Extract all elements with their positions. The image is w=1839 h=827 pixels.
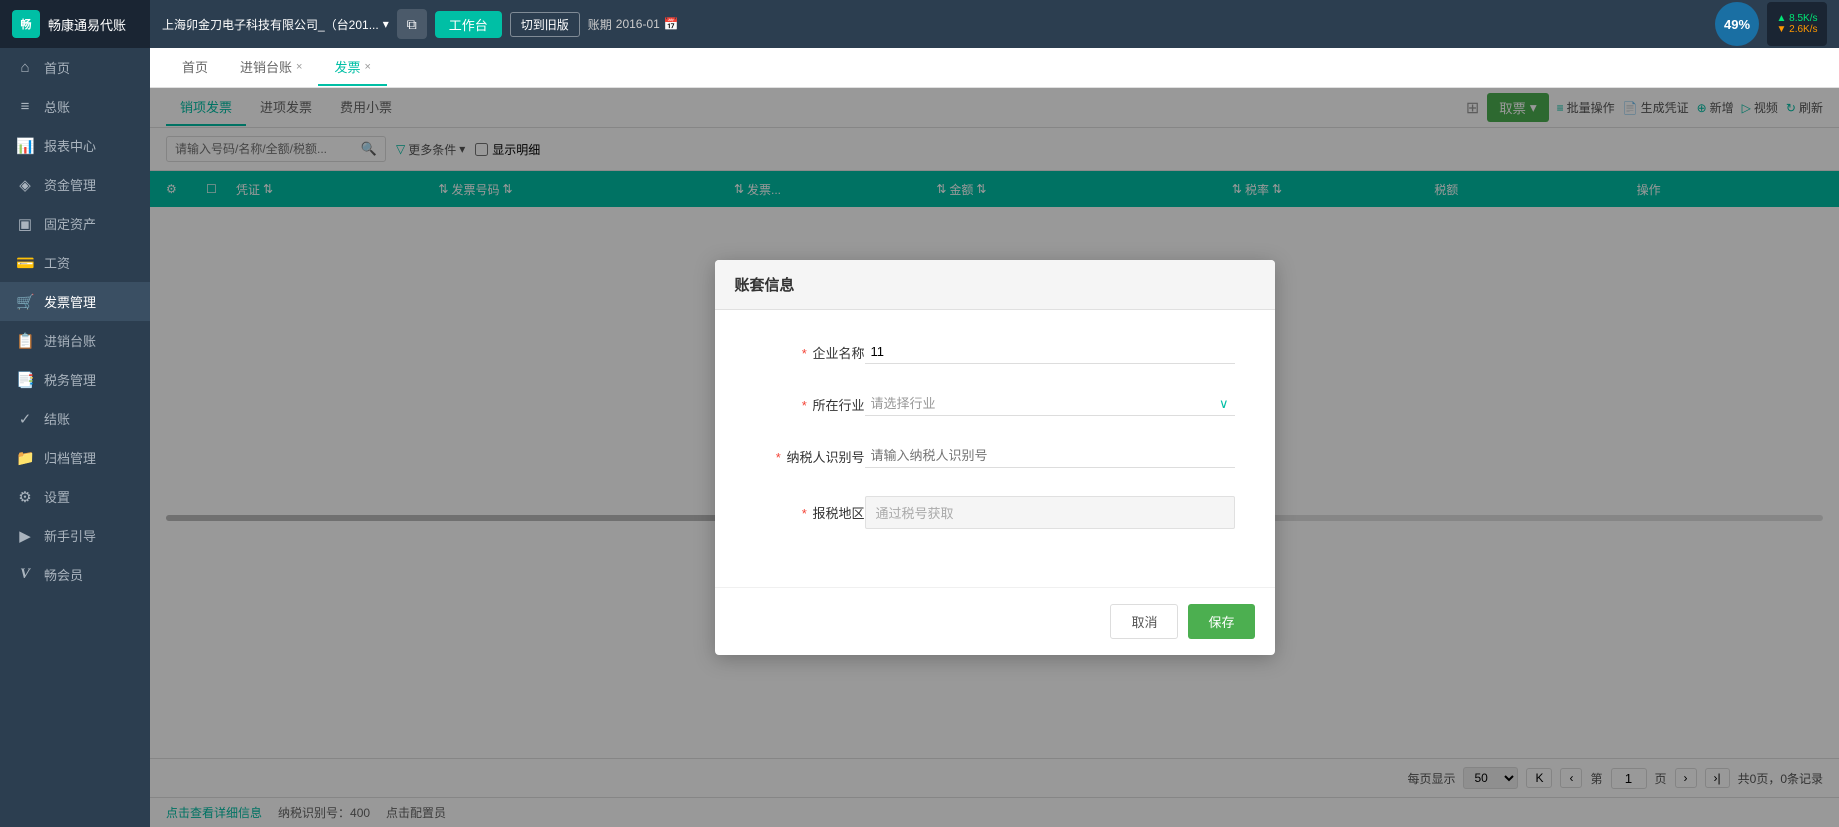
tax-region-display: 通过税号获取: [865, 496, 1235, 529]
calendar-icon[interactable]: 📅: [664, 17, 679, 31]
sidebar-item-guide[interactable]: ▶ 新手引导: [0, 516, 150, 555]
modal-overlay: 账套信息 * 企业名称 * 所在行: [150, 88, 1839, 827]
period-value: 2016-01: [616, 17, 660, 31]
tax-id-row: * 纳税人识别号: [755, 444, 1235, 468]
sidebar-item-settings[interactable]: ⚙ 设置: [0, 477, 150, 516]
industry-row: * 所在行业 请选择行业 ∨: [755, 392, 1235, 416]
sidebar-item-reports[interactable]: 📊 报表中心: [0, 126, 150, 165]
sidebar-item-archive[interactable]: 📁 归档管理: [0, 438, 150, 477]
main-content: 上海卯金刀电子科技有限公司_（台201... ▾ ⧉ 工作台 切到旧版 账期 2…: [150, 0, 1839, 827]
funds-icon: ◈: [16, 176, 34, 194]
industry-select-wrap: 请选择行业 ∨: [865, 392, 1235, 416]
company-dropdown-icon: ▾: [383, 17, 389, 31]
purchase-icon: 📋: [16, 332, 34, 350]
tab-invoice-close[interactable]: ×: [364, 61, 370, 73]
company-name: 上海卯金刀电子科技有限公司_（台201...: [162, 16, 379, 33]
sidebar-item-funds[interactable]: ◈ 资金管理: [0, 165, 150, 204]
workspace-button[interactable]: 工作台: [435, 11, 502, 38]
sidebar-item-assets[interactable]: ▣ 固定资产: [0, 204, 150, 243]
account-info-modal: 账套信息 * 企业名称 * 所在行: [715, 260, 1275, 655]
workspace-label: 工作台: [449, 18, 488, 33]
sidebar-item-label: 工资: [44, 253, 70, 272]
tab-purchase[interactable]: 进销台账 ×: [224, 49, 318, 86]
settings-icon: ⚙: [16, 488, 34, 506]
tab-bar: 首页 进销台账 × 发票 ×: [150, 48, 1839, 88]
logo-text: 畅康通易代账: [48, 15, 126, 34]
industry-select[interactable]: 请选择行业: [865, 392, 1235, 415]
topbar: 上海卯金刀电子科技有限公司_（台201... ▾ ⧉ 工作台 切到旧版 账期 2…: [150, 0, 1839, 48]
old-version-label: 切到旧版: [521, 18, 569, 32]
sidebar-item-label: 税务管理: [44, 370, 96, 389]
sidebar-item-label: 结账: [44, 409, 70, 428]
company-name-input[interactable]: [865, 340, 1235, 364]
cancel-button[interactable]: 取消: [1110, 604, 1178, 639]
tax-region-label: * 报税地区: [755, 503, 865, 522]
industry-label: * 所在行业: [755, 395, 865, 414]
sidebar-item-label: 设置: [44, 487, 70, 506]
sidebar-item-settle[interactable]: ✓ 结账: [0, 399, 150, 438]
tab-home-label: 首页: [182, 57, 208, 76]
assets-icon: ▣: [16, 215, 34, 233]
sidebar-item-label: 进销台账: [44, 331, 96, 350]
content-area: 销项发票 进项发票 费用小票 ⊞ 取票 ▾ ≡ 批量操作 📄: [150, 88, 1839, 827]
company-name-row: * 企业名称: [755, 340, 1235, 364]
tax-id-label: * 纳税人识别号: [755, 447, 865, 466]
tab-purchase-label: 进销台账: [240, 57, 292, 76]
company-selector[interactable]: 上海卯金刀电子科技有限公司_（台201... ▾: [162, 16, 389, 33]
tab-purchase-close[interactable]: ×: [296, 61, 302, 73]
sidebar-item-member[interactable]: V 畅会员: [0, 555, 150, 594]
member-icon: V: [16, 566, 34, 583]
home-icon: ⌂: [16, 59, 34, 76]
speed-indicator: ▲ 8.5K/s ▼ 2.6K/s: [1767, 2, 1827, 46]
sidebar-item-purchase[interactable]: 📋 进销台账: [0, 321, 150, 360]
sidebar-item-tax[interactable]: 📑 税务管理: [0, 360, 150, 399]
old-version-button[interactable]: 切到旧版: [510, 12, 580, 37]
archive-icon: 📁: [16, 449, 34, 467]
reports-icon: 📊: [16, 137, 34, 155]
usage-percent: 49%: [1715, 2, 1759, 46]
sidebar-item-label: 畅会员: [44, 565, 83, 584]
sidebar-item-label: 报表中心: [44, 136, 96, 155]
tax-region-row: * 报税地区 通过税号获取: [755, 496, 1235, 529]
speed-down: ▼ 2.6K/s: [1776, 24, 1817, 35]
copy-icon-button[interactable]: ⧉: [397, 9, 427, 39]
sidebar-item-label: 首页: [44, 58, 70, 77]
sidebar-item-invoice[interactable]: 🛒 发票管理: [0, 282, 150, 321]
sidebar-item-home[interactable]: ⌂ 首页: [0, 48, 150, 87]
logo-icon: 畅: [12, 10, 40, 38]
invoice-icon: 🛒: [16, 293, 34, 311]
modal-header: 账套信息: [715, 260, 1275, 310]
period-label: 账期: [588, 16, 612, 33]
sidebar-item-label: 总账: [44, 97, 70, 116]
save-button[interactable]: 保存: [1188, 604, 1254, 639]
topbar-right: 49% ▲ 8.5K/s ▼ 2.6K/s: [1715, 2, 1827, 46]
modal-footer: 取消 保存: [715, 587, 1275, 655]
modal-title: 账套信息: [735, 277, 795, 294]
percent-value: 49%: [1724, 17, 1750, 32]
period-display: 账期 2016-01 📅: [588, 16, 679, 33]
sidebar-item-salary[interactable]: 💳 工资: [0, 243, 150, 282]
sidebar: 畅 畅康通易代账 ⌂ 首页 ≡ 总账 📊 报表中心 ◈ 资金管理 ▣ 固定资产 …: [0, 0, 150, 827]
modal-body: * 企业名称 * 所在行业 请选择行业: [715, 310, 1275, 587]
sidebar-logo: 畅 畅康通易代账: [0, 0, 150, 48]
tab-invoice[interactable]: 发票 ×: [318, 49, 386, 86]
sidebar-item-label: 固定资产: [44, 214, 96, 233]
tax-id-input[interactable]: [865, 444, 1235, 468]
salary-icon: 💳: [16, 254, 34, 272]
guide-icon: ▶: [16, 527, 34, 545]
sidebar-item-label: 资金管理: [44, 175, 96, 194]
tax-icon: 📑: [16, 371, 34, 389]
sidebar-item-label: 归档管理: [44, 448, 96, 467]
company-name-label: * 企业名称: [755, 343, 865, 362]
ledger-icon: ≡: [16, 98, 34, 115]
tab-home[interactable]: 首页: [166, 49, 224, 86]
tab-invoice-label: 发票: [334, 57, 360, 76]
settle-icon: ✓: [16, 410, 34, 428]
sidebar-item-label: 新手引导: [44, 526, 96, 545]
sidebar-item-ledger[interactable]: ≡ 总账: [0, 87, 150, 126]
speed-up: ▲ 8.5K/s: [1776, 13, 1817, 24]
sidebar-item-label: 发票管理: [44, 292, 96, 311]
